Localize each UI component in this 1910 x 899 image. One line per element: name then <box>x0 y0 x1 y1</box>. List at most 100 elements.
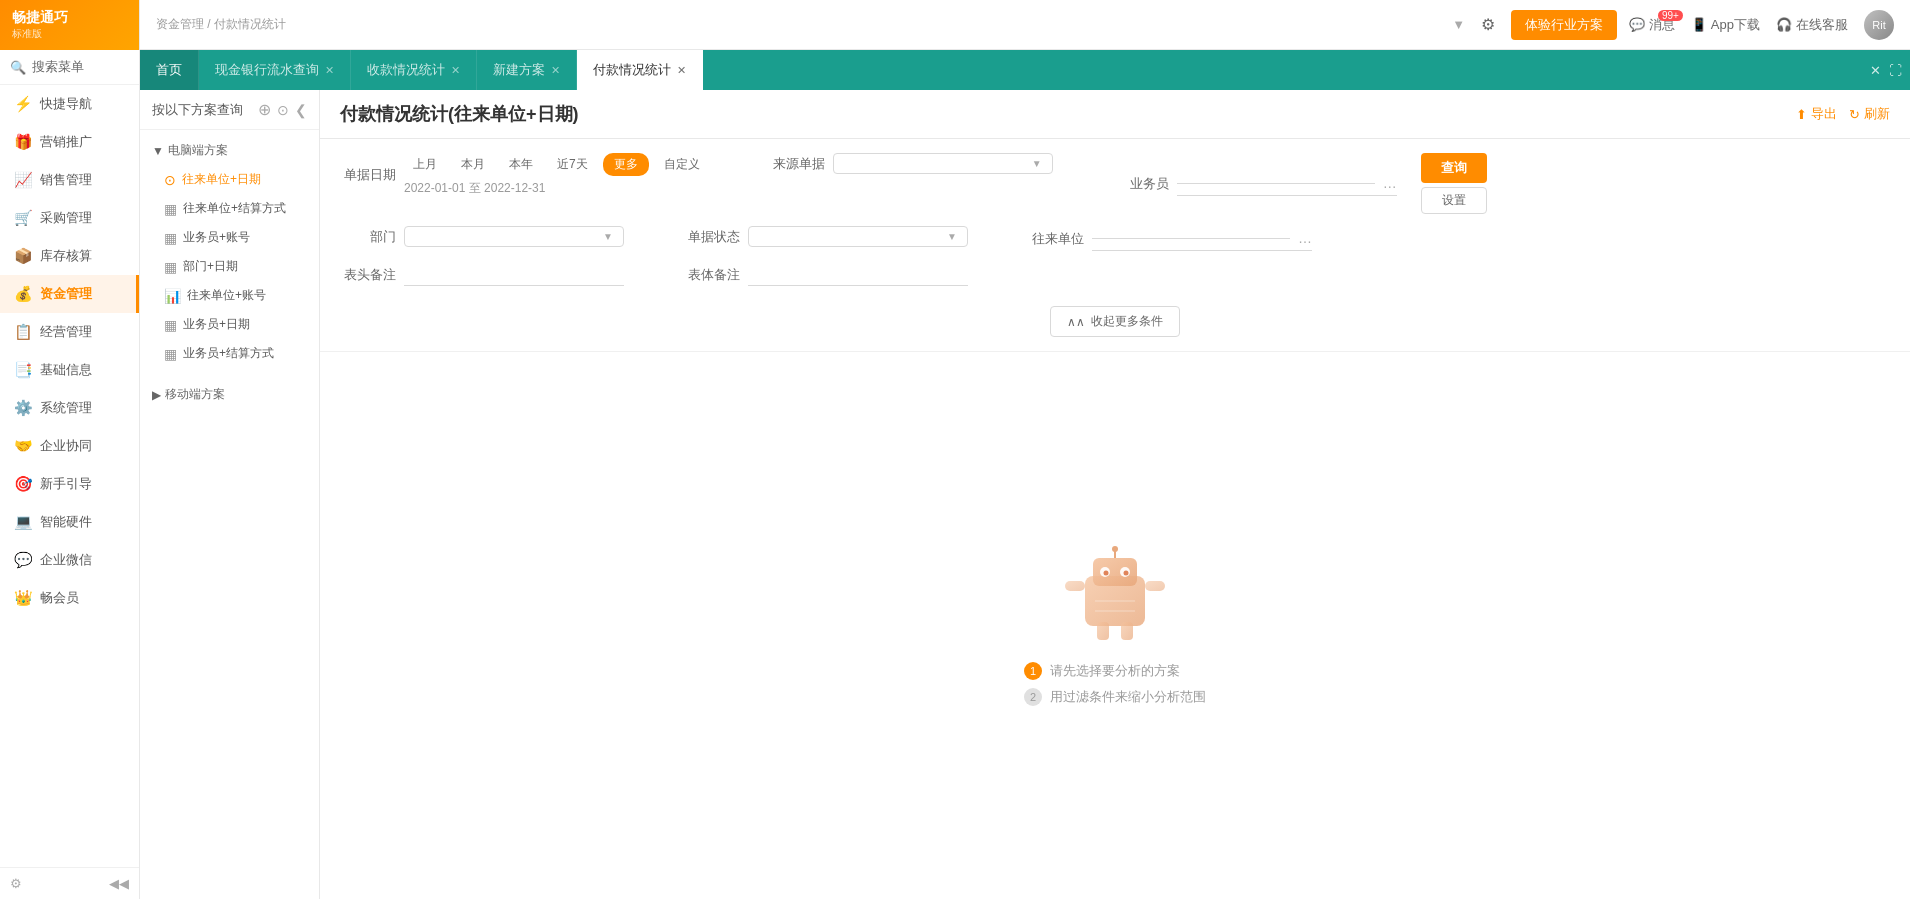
operation-icon: 📋 <box>14 323 32 341</box>
schema-unit-payment[interactable]: ▦ 往来单位+结算方式 <box>140 194 319 223</box>
export-label: 导出 <box>1811 105 1837 123</box>
schema-staff-payment[interactable]: ▦ 业务员+结算方式 <box>140 339 319 368</box>
header-note-label: 表头备注 <box>340 266 396 284</box>
tab-cashflow-label: 现金银行流水查询 <box>215 61 319 79</box>
counterpart-select[interactable]: … <box>1092 226 1312 251</box>
sidebar-item-enterprise[interactable]: 🤝 企业协同 <box>0 427 139 465</box>
tab-home[interactable]: 首页 <box>140 50 199 90</box>
filter-header-note: 表头备注 <box>340 263 624 286</box>
date-option-more[interactable]: 更多 <box>603 153 649 176</box>
nav-label: 资金管理 <box>40 285 92 303</box>
tab-payment-stat[interactable]: 收款情况统计 ✕ <box>351 50 477 90</box>
finance-icon: 💰 <box>14 285 32 303</box>
sidebar: 畅捷通巧 标准版 🔍 搜索菜单 ⚡ 快捷导航 🎁 营销推广 📈 销售管理 🛒 <box>0 0 140 899</box>
date-option-last-month[interactable]: 上月 <box>404 153 446 176</box>
settings-button[interactable]: 设置 <box>1421 187 1487 214</box>
tab-close-all-icon[interactable]: ✕ <box>1870 63 1881 78</box>
add-schema-icon[interactable]: ⊕ <box>258 100 271 119</box>
staff-select[interactable]: … <box>1177 171 1397 196</box>
sidebar-search[interactable]: 🔍 搜索菜单 <box>0 50 139 85</box>
tab-pay-stat-close[interactable]: ✕ <box>677 64 686 77</box>
filter-row-1: 单据日期 上月 本月 本年 近7天 更多 自定义 20 <box>340 153 1890 214</box>
schema-icon-active: ⊙ <box>164 172 176 188</box>
header-right: 💬 消息 99+ 📱 App下载 🎧 在线客服 Rit <box>1629 10 1894 40</box>
schema-dept-date[interactable]: ▦ 部门+日期 <box>140 252 319 281</box>
tab-new-schema[interactable]: 新建方案 ✕ <box>477 50 577 90</box>
mobile-section-title[interactable]: ▶ 移动端方案 <box>140 380 319 409</box>
svg-rect-11 <box>1121 622 1133 640</box>
left-panel-header: 按以下方案查询 ⊕ ⊙ ❮ <box>140 90 319 130</box>
sidebar-item-member[interactable]: 👑 畅会员 <box>0 579 139 617</box>
sidebar-item-finance[interactable]: 💰 资金管理 <box>0 275 139 313</box>
content-area: 按以下方案查询 ⊕ ⊙ ❮ ▼ 电脑端方案 ⊙ 往来单位+日期 <box>140 90 1910 899</box>
page-header-actions: ⬆ 导出 ↻ 刷新 <box>1796 105 1890 123</box>
logo-sub: 标准版 <box>12 27 68 41</box>
filter-body-note: 表体备注 <box>684 263 968 286</box>
schema-label: 业务员+账号 <box>183 229 250 246</box>
query-button[interactable]: 查询 <box>1421 153 1487 183</box>
header-note-input[interactable] <box>404 263 624 286</box>
date-option-this-month[interactable]: 本月 <box>452 153 494 176</box>
dept-select[interactable]: ▼ <box>404 226 624 247</box>
sidebar-item-operation[interactable]: 📋 经营管理 <box>0 313 139 351</box>
left-panel: 按以下方案查询 ⊕ ⊙ ❮ ▼ 电脑端方案 ⊙ 往来单位+日期 <box>140 90 320 899</box>
tab-payment-label: 收款情况统计 <box>367 61 445 79</box>
sidebar-item-purchase[interactable]: 🛒 采购管理 <box>0 199 139 237</box>
sidebar-item-quicknav[interactable]: ⚡ 快捷导航 <box>0 85 139 123</box>
schema-staff-date[interactable]: ▦ 业务员+日期 <box>140 310 319 339</box>
industry-btn[interactable]: 体验行业方案 <box>1511 10 1617 40</box>
export-btn[interactable]: ⬆ 导出 <box>1796 105 1837 123</box>
staff-dots-icon[interactable]: … <box>1383 175 1397 191</box>
tab-cashflow[interactable]: 现金银行流水查询 ✕ <box>199 50 351 90</box>
dropdown-arrow-icon[interactable]: ▼ <box>1452 17 1465 32</box>
settings-gear-icon[interactable]: ⚙ <box>1481 15 1495 34</box>
footer-settings-icon[interactable]: ⚙ <box>10 876 22 891</box>
sidebar-item-hardware[interactable]: 💻 智能硬件 <box>0 503 139 541</box>
schema-staff-account[interactable]: ▦ 业务员+账号 <box>140 223 319 252</box>
purchase-icon: 🛒 <box>14 209 32 227</box>
sidebar-item-sales[interactable]: 📈 销售管理 <box>0 161 139 199</box>
sidebar-item-system[interactable]: ⚙️ 系统管理 <box>0 389 139 427</box>
page-title: 付款情况统计(往来单位+日期) <box>340 102 579 126</box>
tab-expand-icon[interactable]: ⛶ <box>1889 63 1902 78</box>
tab-payment-close[interactable]: ✕ <box>451 64 460 77</box>
collapse-panel-icon[interactable]: ❮ <box>295 102 307 118</box>
schema-unit-date[interactable]: ⊙ 往来单位+日期 <box>140 165 319 194</box>
counterpart-dots-icon[interactable]: … <box>1298 230 1312 246</box>
app-label: App下载 <box>1711 16 1760 34</box>
tab-cashflow-close[interactable]: ✕ <box>325 64 334 77</box>
date-option-this-year[interactable]: 本年 <box>500 153 542 176</box>
settings-schema-icon[interactable]: ⊙ <box>277 102 289 118</box>
online-service-btn[interactable]: 🎧 在线客服 <box>1776 16 1848 34</box>
schema-label: 部门+日期 <box>183 258 238 275</box>
export-icon: ⬆ <box>1796 107 1807 122</box>
schema-icon: ▦ <box>164 201 177 217</box>
sidebar-item-wechat[interactable]: 💬 企业微信 <box>0 541 139 579</box>
footer-collapse-icon[interactable]: ◀◀ <box>109 876 129 891</box>
tab-pay-stat[interactable]: 付款情况统计 ✕ <box>577 50 703 90</box>
schema-unit-account[interactable]: 📊 往来单位+账号 <box>140 281 319 310</box>
app-download-btn[interactable]: 📱 App下载 <box>1691 16 1760 34</box>
collapse-btn[interactable]: ∧∧ 收起更多条件 <box>1050 306 1180 337</box>
body-note-input[interactable] <box>748 263 968 286</box>
tab-new-schema-close[interactable]: ✕ <box>551 64 560 77</box>
hardware-icon: 💻 <box>14 513 32 531</box>
nav-label: 经营管理 <box>40 323 92 341</box>
sidebar-item-marketing[interactable]: 🎁 营销推广 <box>0 123 139 161</box>
date-option-7days[interactable]: 近7天 <box>548 153 597 176</box>
sidebar-item-guide[interactable]: 🎯 新手引导 <box>0 465 139 503</box>
user-avatar[interactable]: Rit <box>1864 10 1894 40</box>
message-badge: 99+ <box>1658 10 1683 21</box>
marketing-icon: 🎁 <box>14 133 32 151</box>
date-label: 单据日期 <box>340 166 396 184</box>
date-option-custom[interactable]: 自定义 <box>655 153 709 176</box>
sidebar-item-basic[interactable]: 📑 基础信息 <box>0 351 139 389</box>
source-select[interactable]: ▼ <box>833 153 1053 174</box>
doc-status-select[interactable]: ▼ <box>748 226 968 247</box>
refresh-btn[interactable]: ↻ 刷新 <box>1849 105 1890 123</box>
desktop-section-title[interactable]: ▼ 电脑端方案 <box>140 136 319 165</box>
sidebar-item-inventory[interactable]: 📦 库存核算 <box>0 237 139 275</box>
message-btn[interactable]: 💬 消息 99+ <box>1629 16 1675 34</box>
counterpart-label: 往来单位 <box>1028 230 1084 248</box>
hint-num-2: 2 <box>1024 688 1042 706</box>
